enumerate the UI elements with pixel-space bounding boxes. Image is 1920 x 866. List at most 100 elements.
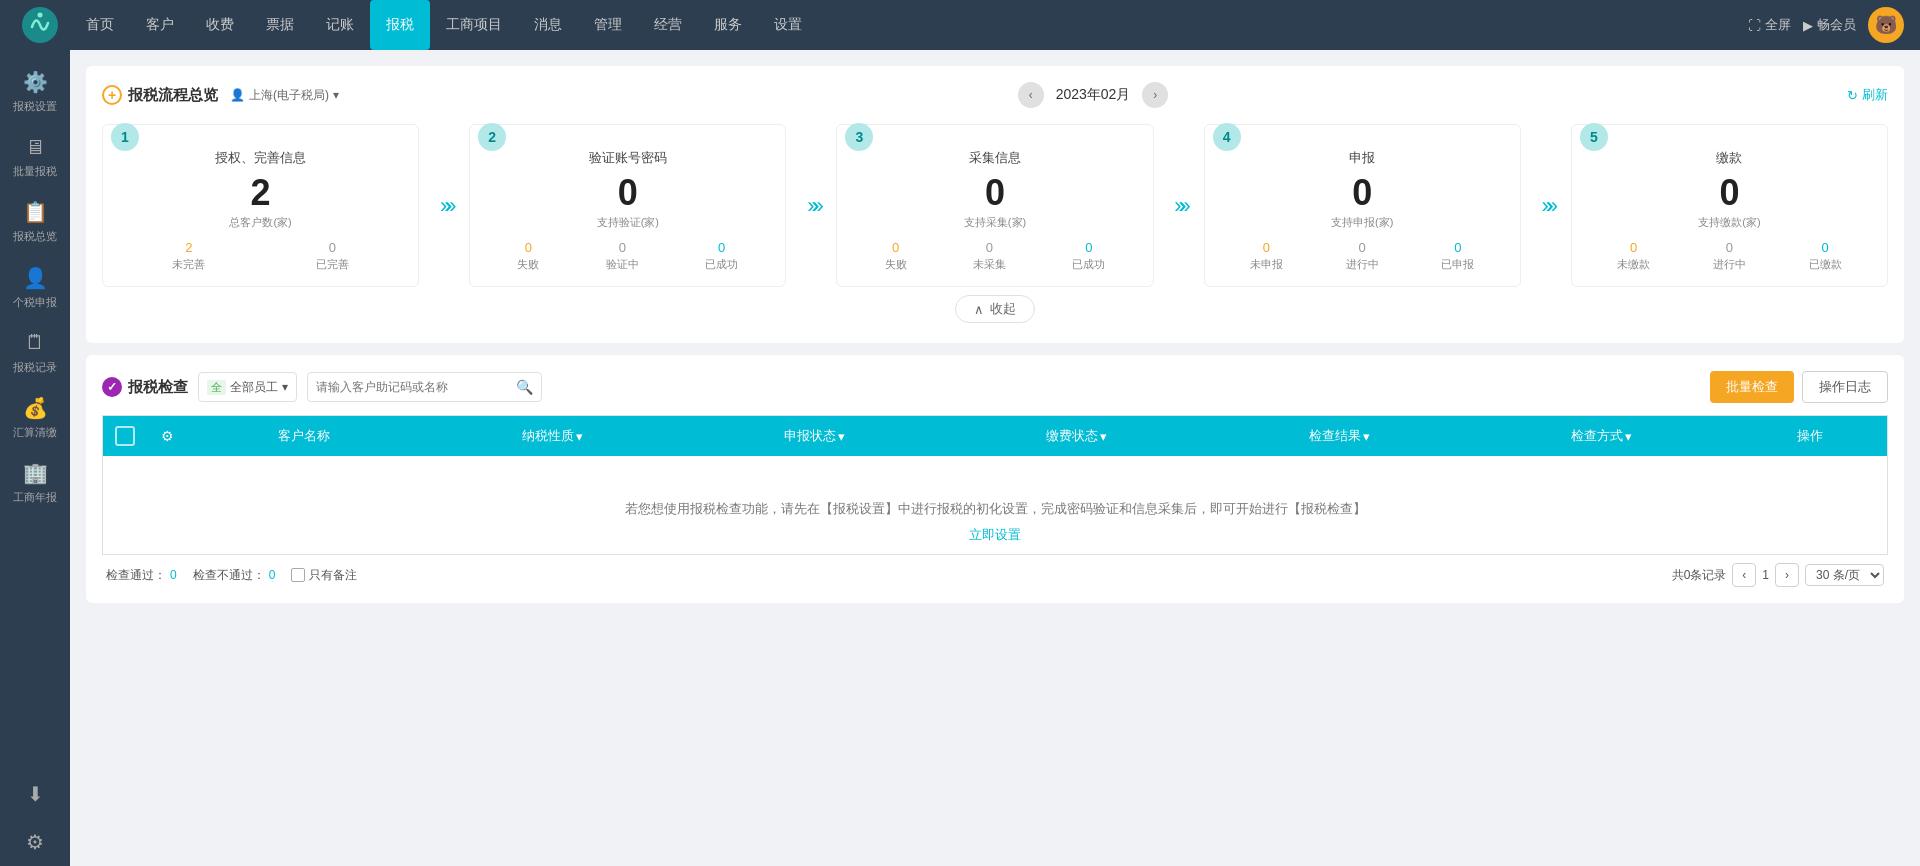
empty-row: 若您想使用报税检查功能，请先在【报税设置】中进行报税的初化设置，完成密码验证和信… — [103, 456, 1887, 555]
stat-val[interactable]: 0 — [892, 240, 899, 255]
next-month-btn[interactable]: › — [1142, 82, 1168, 108]
filter-icon: ▾ — [1625, 429, 1632, 444]
check-result-header[interactable]: 检查结果 ▾ — [1309, 427, 1370, 445]
tax-settings-icon: ⚙️ — [21, 68, 49, 96]
staff-select[interactable]: 全 全部员工 ▾ — [198, 372, 297, 402]
stat-val[interactable]: 0 — [1726, 240, 1733, 255]
stat-label: 已完善 — [316, 257, 349, 272]
sidebar-item-annual-settle[interactable]: 💰 汇算清缴 — [0, 384, 70, 449]
sidebar-item-annual-report[interactable]: 🏢 工商年报 — [0, 449, 70, 514]
step-3-stats: 0 失败 0 未采集 0 已成功 — [853, 240, 1136, 272]
step-5-count: 0 — [1588, 175, 1871, 211]
stat-label: 失败 — [517, 257, 539, 272]
stat-val[interactable]: 0 — [1822, 240, 1829, 255]
step-1-title: 授权、完善信息 — [119, 149, 402, 167]
batch-check-btn[interactable]: 批量检查 — [1710, 371, 1794, 403]
sidebar-item-batch-tax[interactable]: 🖥 批量报税 — [0, 123, 70, 188]
step-2-stat-2: 0 验证中 — [606, 240, 639, 272]
step-2-num: 2 — [478, 123, 506, 151]
note-checkbox[interactable] — [291, 568, 305, 582]
check-table-container: ⚙ 客户名称 纳税性质 ▾ 申 — [102, 415, 1888, 555]
pay-status-header[interactable]: 缴费状态 ▾ — [1046, 427, 1107, 445]
sidebar-item-tax-record[interactable]: 🗒 报税记录 — [0, 319, 70, 384]
nav-operation[interactable]: 经营 — [638, 0, 698, 50]
operation-log-btn[interactable]: 操作日志 — [1802, 371, 1888, 403]
per-page-select[interactable]: 30 条/页 — [1805, 564, 1884, 586]
search-btn[interactable]: 🔍 — [508, 379, 541, 395]
stat-val[interactable]: 0 — [329, 240, 336, 255]
setup-link[interactable]: 立即设置 — [969, 527, 1021, 542]
nav-tax[interactable]: 报税 — [370, 0, 430, 50]
collapse-label: 收起 — [990, 300, 1016, 318]
collapse-btn[interactable]: ∧ 收起 — [955, 295, 1035, 323]
refresh-icon: ↻ — [1847, 88, 1858, 103]
stat-val[interactable]: 0 — [1454, 240, 1461, 255]
nav-business[interactable]: 工商项目 — [430, 0, 518, 50]
stat-val[interactable]: 0 — [986, 240, 993, 255]
nav-service[interactable]: 服务 — [698, 0, 758, 50]
sidebar-label-batch-tax: 批量报税 — [13, 165, 57, 178]
member-btn[interactable]: ▶ 畅会员 — [1803, 16, 1856, 34]
stat-val[interactable]: 0 — [718, 240, 725, 255]
step-4-stat-2: 0 进行中 — [1346, 240, 1379, 272]
nav-message[interactable]: 消息 — [518, 0, 578, 50]
stat-val[interactable]: 0 — [1359, 240, 1366, 255]
step-1-count: 2 — [119, 175, 402, 211]
check-icon: ✓ — [102, 377, 122, 397]
nav-accounting[interactable]: 记账 — [310, 0, 370, 50]
stat-val[interactable]: 0 — [619, 240, 626, 255]
nav-home[interactable]: 首页 — [70, 0, 130, 50]
sidebar-item-tax-overview[interactable]: 📋 报税总览 — [0, 188, 70, 253]
tax-check-header: ✓ 报税检查 全 全部员工 ▾ 🔍 批量检查 操作日志 — [102, 371, 1888, 403]
stat-val[interactable]: 0 — [525, 240, 532, 255]
table-header-row: ⚙ 客户名称 纳税性质 ▾ 申 — [103, 416, 1887, 456]
tax-nature-header[interactable]: 纳税性质 ▾ — [522, 427, 583, 445]
nav-customer[interactable]: 客户 — [130, 0, 190, 50]
flow-step-1: 1 授权、完善信息 2 总客户数(家) 2 未完善 0 已完善 — [102, 124, 419, 287]
nav-fee[interactable]: 收费 — [190, 0, 250, 50]
stat-val[interactable]: 0 — [1630, 240, 1637, 255]
stat-val[interactable]: 0 — [1263, 240, 1270, 255]
first-page-btn[interactable]: ‹ — [1732, 563, 1756, 587]
check-method-header[interactable]: 检查方式 ▾ — [1571, 427, 1632, 445]
th-declare-status: 申报状态 ▾ — [684, 416, 946, 456]
step-5-stat-2: 0 进行中 — [1713, 240, 1746, 272]
step-2-stats: 0 失败 0 验证中 0 已成功 — [486, 240, 769, 272]
step-5-stat-1: 0 未缴款 — [1617, 240, 1650, 272]
pass-count[interactable]: 0 — [170, 568, 177, 582]
location-tag[interactable]: 👤 上海(电子税局) ▾ — [230, 87, 339, 104]
refresh-btn[interactable]: ↻ 刷新 — [1847, 86, 1888, 104]
nav-manage[interactable]: 管理 — [578, 0, 638, 50]
declare-status-header[interactable]: 申报状态 ▾ — [784, 427, 845, 445]
prev-month-btn[interactable]: ‹ — [1018, 82, 1044, 108]
step-3-count: 0 — [853, 175, 1136, 211]
collapse-icon: ∧ — [974, 302, 984, 317]
sidebar-item-download[interactable]: ⬇ — [0, 770, 70, 818]
download-icon: ⬇ — [21, 780, 49, 808]
sidebar-item-personal-tax[interactable]: 👤 个税申报 — [0, 254, 70, 319]
stat-label: 未完善 — [172, 257, 205, 272]
sidebar-item-setting2[interactable]: ⚙ — [0, 818, 70, 866]
stat-label: 验证中 — [606, 257, 639, 272]
nav-settings[interactable]: 设置 — [758, 0, 818, 50]
gear-icon[interactable]: ⚙ — [161, 428, 174, 444]
flow-step-3: 3 采集信息 0 支持采集(家) 0 失败 0 未采集 0 已成功 — [836, 124, 1153, 287]
search-input[interactable] — [308, 380, 508, 394]
next-page-btn[interactable]: › — [1775, 563, 1799, 587]
fullscreen-btn[interactable]: ⛶ 全屏 — [1748, 16, 1791, 34]
side-navigation: ⚙️ 报税设置 🖥 批量报税 📋 报税总览 👤 个税申报 🗒 报税记录 💰 汇算… — [0, 50, 70, 866]
flow-title-text: 报税流程总览 — [128, 86, 218, 105]
annual-settle-icon: 💰 — [21, 394, 49, 422]
gear-col: ⚙ — [147, 416, 187, 456]
sidebar-item-tax-settings[interactable]: ⚙️ 报税设置 — [0, 58, 70, 123]
stat-val[interactable]: 0 — [1085, 240, 1092, 255]
step-2-title: 验证账号密码 — [486, 149, 769, 167]
step-3-stat-2: 0 未采集 — [973, 240, 1006, 272]
month-navigation: ‹ 2023年02月 › — [1018, 82, 1169, 108]
fail-count[interactable]: 0 — [269, 568, 276, 582]
nav-invoice[interactable]: 票据 — [250, 0, 310, 50]
select-all-checkbox[interactable] — [115, 426, 135, 446]
stat-val[interactable]: 2 — [185, 240, 192, 255]
step-1-stat-2: 0 已完善 — [316, 240, 349, 272]
note-label: 只有备注 — [309, 567, 357, 584]
